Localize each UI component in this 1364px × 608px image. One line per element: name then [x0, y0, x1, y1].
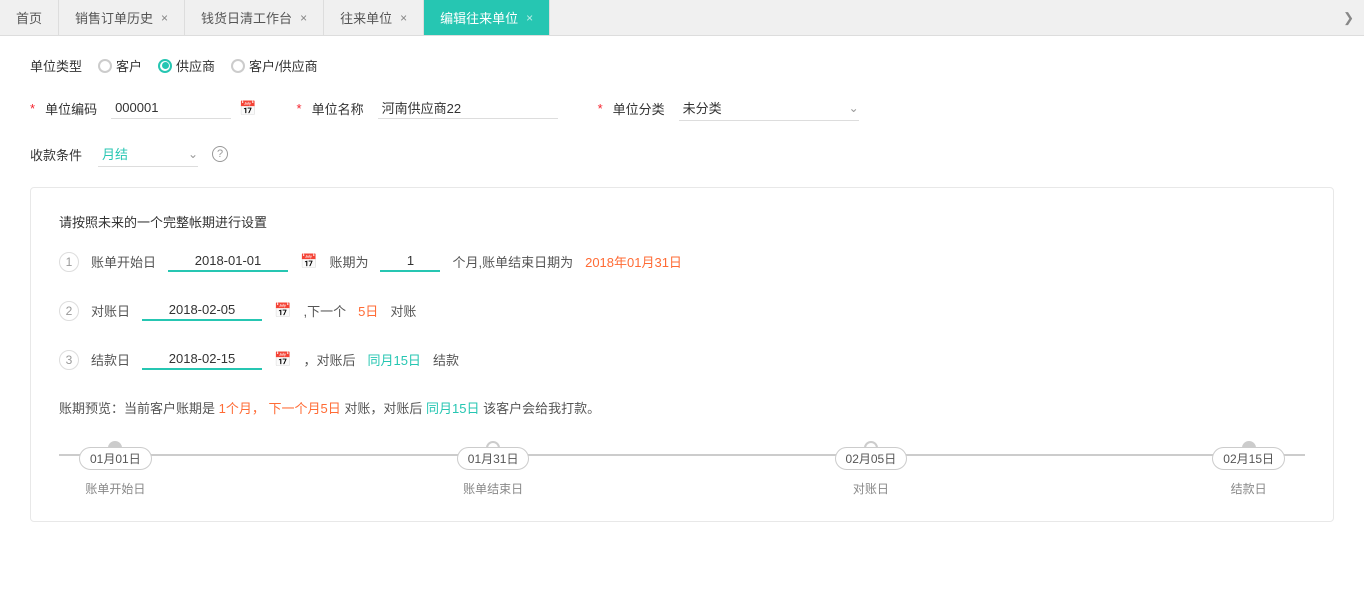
timeline-caption-1: 账单结束日: [463, 480, 523, 497]
unit-code-group: * 单位编码 📅: [30, 97, 257, 119]
tab-edit-partner-close[interactable]: ×: [526, 11, 533, 25]
payment-dropdown[interactable]: 月结 ⌄: [98, 141, 198, 167]
step-highlight-3: 同月15日: [367, 350, 420, 369]
unit-code-star: *: [30, 101, 35, 116]
timeline-point-0: 01月01日 账单开始日: [79, 441, 152, 497]
tab-partner-close[interactable]: ×: [400, 11, 407, 25]
unit-code-input[interactable]: [111, 97, 231, 119]
period-value-input[interactable]: [380, 251, 440, 272]
box-title: 请按照未来的一个完整帐期进行设置: [59, 212, 1305, 231]
timeline-point-2: 02月05日 对账日: [835, 441, 908, 497]
preview-suffix: 该客户会给我打款。: [483, 401, 600, 416]
radio-both-circle: [231, 59, 245, 73]
timeline: 01月01日 账单开始日 01月31日 账单结束日 02月05日 对账日: [59, 441, 1305, 497]
radio-customer-circle: [98, 59, 112, 73]
timeline-point-1: 01月31日 账单结束日: [457, 441, 530, 497]
unit-info-row: * 单位编码 📅 * 单位名称 * 单位分类 未分类 ⌄: [30, 95, 1334, 121]
preview-part2: 下一个月5日: [269, 401, 341, 416]
unit-name-star: *: [297, 101, 302, 116]
radio-both-label: 客户/供应商: [249, 56, 318, 75]
timeline-label-0: 01月01日: [79, 447, 152, 470]
step-cal-icon-3[interactable]: 📅: [274, 351, 291, 368]
tab-partner[interactable]: 往来单位 ×: [324, 0, 424, 35]
step-num-2: 2: [59, 301, 79, 321]
step-cal-icon-1[interactable]: 📅: [300, 253, 317, 270]
unit-category-arrow-icon: ⌄: [849, 101, 859, 115]
tab-sales-history-close[interactable]: ×: [161, 11, 168, 25]
unit-category-label: 单位分类: [613, 99, 665, 118]
step-highlight-2: 5日: [358, 301, 378, 320]
tab-partner-label: 往来单位: [340, 8, 392, 27]
preview-part1: 1个月，: [219, 401, 265, 416]
radio-customer-label: 客户: [116, 56, 142, 75]
step-date-3[interactable]: [142, 349, 262, 370]
preview-part3: 同月15日: [426, 401, 479, 416]
tab-expand-button[interactable]: ❯: [1333, 0, 1364, 35]
unit-category-star: *: [598, 101, 603, 116]
step-cal-icon-2[interactable]: 📅: [274, 302, 291, 319]
step-date-2[interactable]: [142, 300, 262, 321]
tab-sales-history-label: 销售订单历史: [75, 8, 153, 27]
radio-supplier-label: 供应商: [176, 56, 215, 75]
unit-category-dropdown[interactable]: 未分类 ⌄: [679, 95, 859, 121]
unit-code-icon[interactable]: 📅: [239, 100, 256, 117]
step-date-1[interactable]: [168, 251, 288, 272]
tab-bar: 首页 销售订单历史 × 钱货日清工作台 × 往来单位 × 编辑往来单位 × ❯: [0, 0, 1364, 36]
main-content: 单位类型 客户 供应商 客户/供应商 * 单位编码 📅 * 单位名称: [0, 36, 1364, 608]
tab-home[interactable]: 首页: [0, 0, 59, 35]
timeline-caption-2: 对账日: [853, 480, 889, 497]
timeline-caption-0: 账单开始日: [85, 480, 145, 497]
tab-edit-partner[interactable]: 编辑往来单位 ×: [424, 0, 550, 35]
payment-label: 收款条件: [30, 145, 82, 164]
unit-name-input[interactable]: [378, 97, 558, 119]
unit-name-label: 单位名称: [312, 99, 364, 118]
tab-sales-history[interactable]: 销售订单历史 ×: [59, 0, 185, 35]
step-after-label-3: ，对账后: [303, 350, 355, 369]
timeline-points: 01月01日 账单开始日 01月31日 账单结束日 02月05日 对账日: [79, 441, 1285, 497]
preview-text: 账期预览：当前客户账期是 1个月， 下一个月5日 对账，对账后 同月15日 该客…: [59, 398, 1305, 417]
timeline-point-3: 02月15日 结款日: [1212, 441, 1285, 497]
payment-value: 月结: [98, 141, 184, 166]
timeline-caption-3: 结款日: [1231, 480, 1267, 497]
step-after-text-3: 结款: [433, 350, 459, 369]
step-label-2: 对账日: [91, 301, 130, 320]
tab-cash-work[interactable]: 钱货日清工作台 ×: [185, 0, 324, 35]
step-num-1: 1: [59, 252, 79, 272]
unit-type-row: 单位类型 客户 供应商 客户/供应商: [30, 56, 1334, 75]
unit-code-label: 单位编码: [45, 99, 97, 118]
tab-home-label: 首页: [16, 8, 42, 27]
tab-cash-work-close[interactable]: ×: [300, 11, 307, 25]
payment-arrow-icon: ⌄: [188, 147, 198, 161]
unit-category-value: 未分类: [679, 95, 845, 120]
step-row-2: 2 对账日 📅 ,下一个 5日 对账: [59, 300, 1305, 321]
tab-edit-partner-label: 编辑往来单位: [440, 8, 518, 27]
step-label-3: 结款日: [91, 350, 130, 369]
radio-supplier-circle: [158, 59, 172, 73]
radio-customer[interactable]: 客户: [98, 56, 142, 75]
preview-prefix: 账期预览：当前客户账期是: [59, 401, 215, 416]
radio-supplier[interactable]: 供应商: [158, 56, 215, 75]
timeline-label-3: 02月15日: [1212, 447, 1285, 470]
payment-help-icon[interactable]: ?: [212, 146, 228, 162]
step-num-3: 3: [59, 350, 79, 370]
unit-category-group: * 单位分类 未分类 ⌄: [598, 95, 859, 121]
unit-type-label: 单位类型: [30, 56, 82, 75]
step-after-label-1: 账期为: [329, 252, 368, 271]
step-row-3: 3 结款日 📅 ，对账后 同月15日 结款: [59, 349, 1305, 370]
unit-type-radio-group: 客户 供应商 客户/供应商: [98, 56, 318, 75]
step-row-1: 1 账单开始日 📅 账期为 个月,账单结束日期为 2018年01月31日: [59, 251, 1305, 272]
step-end-date: 2018年01月31日: [585, 252, 682, 271]
unit-name-group: * 单位名称: [297, 97, 558, 119]
timeline-label-1: 01月31日: [457, 447, 530, 470]
timeline-label-2: 02月05日: [835, 447, 908, 470]
step-label-1: 账单开始日: [91, 252, 156, 271]
preview-mid: 对账，对账后: [344, 401, 422, 416]
radio-both[interactable]: 客户/供应商: [231, 56, 318, 75]
period-settings-box: 请按照未来的一个完整帐期进行设置 1 账单开始日 📅 账期为 个月,账单结束日期…: [30, 187, 1334, 522]
step-after-text-2: 对账: [390, 301, 416, 320]
step-after-label-2: ,下一个: [303, 301, 346, 320]
step-period-unit: 个月,账单结束日期为: [452, 252, 573, 271]
payment-row: 收款条件 月结 ⌄ ?: [30, 141, 1334, 167]
tab-cash-work-label: 钱货日清工作台: [201, 8, 292, 27]
